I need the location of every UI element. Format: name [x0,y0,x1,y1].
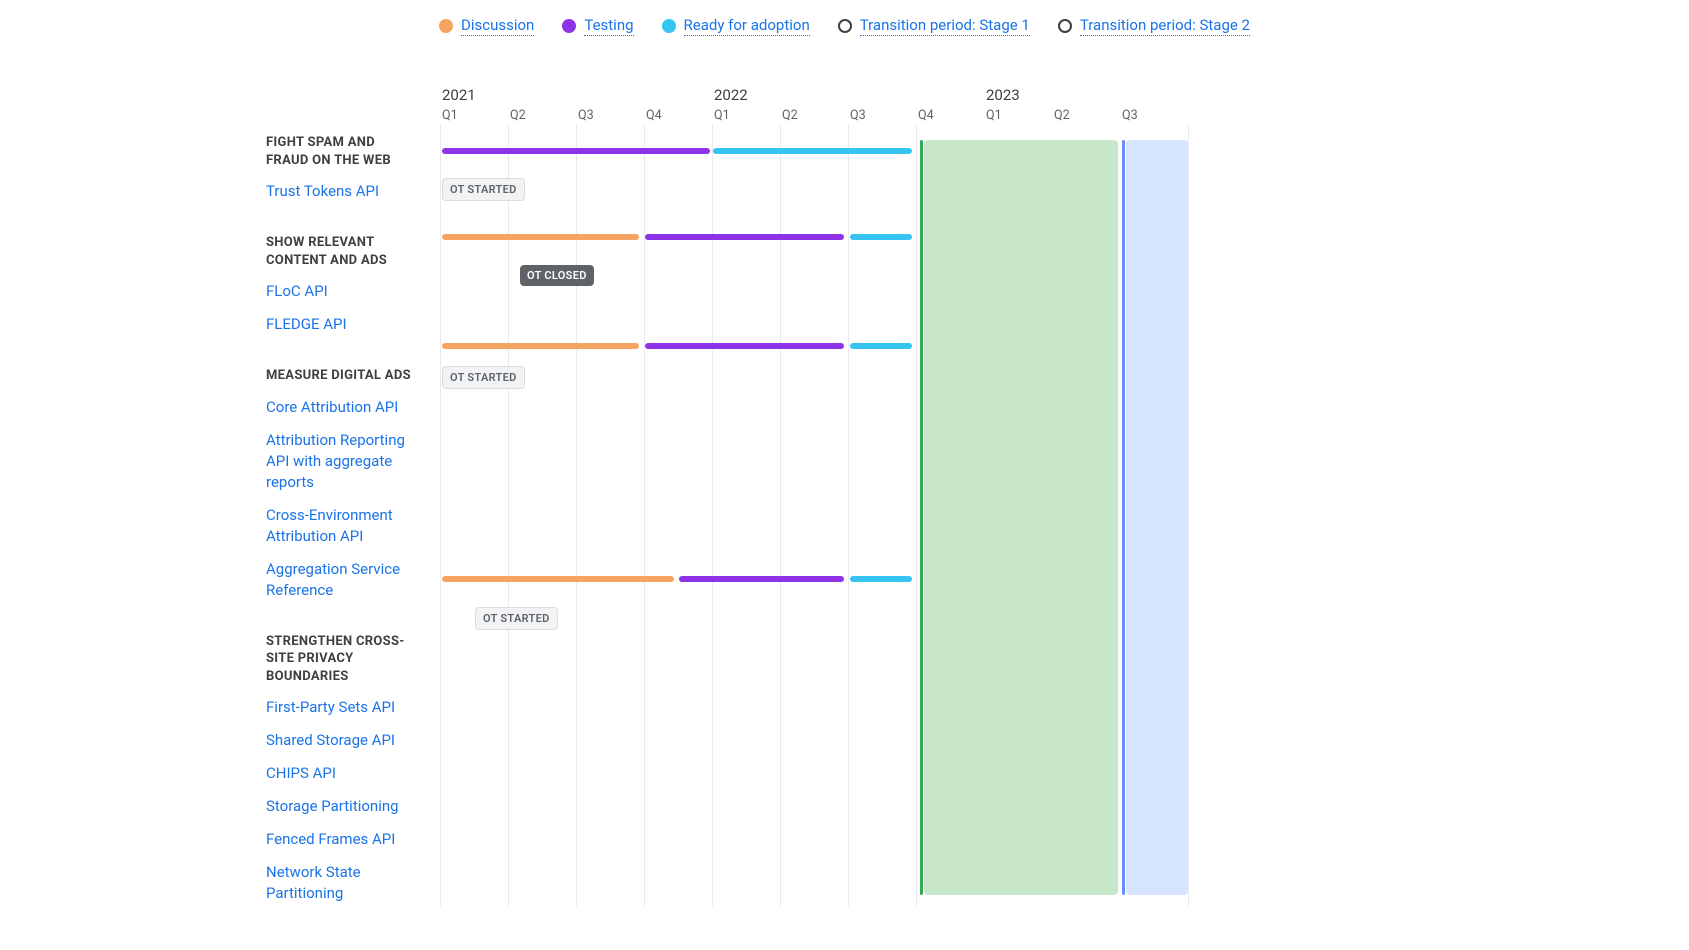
legend-label: Ready for adoption [684,16,810,36]
q-label: Q1 [442,108,458,123]
grid-line [508,124,509,906]
bar-testing [679,576,844,582]
stage1-start-line [920,140,923,895]
q-label: Q4 [646,108,662,123]
api-link-fps[interactable]: First-Party Sets API [266,697,440,718]
legend-dot-icon [662,19,676,33]
bar-testing [645,234,844,240]
bar-testing [442,148,710,154]
api-link-core-attribution[interactable]: Core Attribution API [266,397,440,418]
bar-ready [850,343,912,349]
q-label: Q1 [714,108,730,123]
api-link-chips[interactable]: CHIPS API [266,763,440,784]
axis: 2021 2022 2023 Q1 Q2 Q3 Q4 Q1 Q2 Q3 Q4 Q… [440,86,1689,140]
legend-label: Transition period: Stage 1 [860,16,1030,36]
legend-item-testing[interactable]: Testing [562,16,633,36]
q-label: Q4 [918,108,934,123]
api-link-attr-reporting[interactable]: Attribution Reporting API with aggregate… [266,430,416,493]
timeline-chart: 2021 2022 2023 Q1 Q2 Q3 Q4 Q1 Q2 Q3 Q4 Q… [440,86,1689,906]
q-label: Q3 [578,108,594,123]
legend-dot-icon [562,19,576,33]
section-fight-spam: FIGHT SPAM AND FRAUD ON THE WEB Trust To… [266,134,440,202]
badge-ot-started: OT STARTED [475,607,558,630]
q-label: Q3 [850,108,866,123]
badge-ot-started: OT STARTED [442,366,525,389]
q-label: Q2 [1054,108,1070,123]
api-link-shared-storage[interactable]: Shared Storage API [266,730,440,751]
bar-ready [850,234,912,240]
grid-line [576,124,577,906]
api-link-cross-env-attr[interactable]: Cross-Environment Attribution API [266,505,416,547]
api-link-fenced-frames[interactable]: Fenced Frames API [266,829,440,850]
legend-dot-icon [439,19,453,33]
q-label: Q2 [510,108,526,123]
legend-item-ready[interactable]: Ready for adoption [662,16,810,36]
badge-ot-closed: OT CLOSED [520,265,594,286]
grid-line [644,124,645,906]
year-label: 2021 [442,86,476,104]
q-label: Q1 [986,108,1002,123]
q-label: Q3 [1122,108,1138,123]
year-label: 2023 [986,86,1020,104]
stage2-band [1126,140,1188,895]
bar-discussion [442,576,674,582]
section-title: STRENGTHEN CROSS-SITE PRIVACY BOUNDARIES [266,633,426,686]
grid-line [780,124,781,906]
bar-ready [850,576,912,582]
api-link-floc[interactable]: FLoC API [266,281,440,302]
bar-discussion [442,234,639,240]
section-title: MEASURE DIGITAL ADS [266,367,440,385]
section-relevant-content: SHOW RELEVANT CONTENT AND ADS FLoC API F… [266,234,440,335]
legend-item-stage1[interactable]: Transition period: Stage 1 [838,16,1030,36]
stage2-start-line [1122,140,1125,895]
stage1-band [924,140,1118,895]
grid-line [1188,124,1189,906]
section-cross-site: STRENGTHEN CROSS-SITE PRIVACY BOUNDARIES… [266,633,440,905]
legend-dot-icon [838,19,852,33]
grid-line [440,124,441,906]
year-label: 2022 [714,86,748,104]
grid-line [712,124,713,906]
q-label: Q2 [782,108,798,123]
legend-label: Discussion [461,16,534,36]
bar-ready [713,148,912,154]
api-link-aggregation-svc[interactable]: Aggregation Service Reference [266,559,416,601]
legend-item-stage2[interactable]: Transition period: Stage 2 [1058,16,1250,36]
api-link-fledge[interactable]: FLEDGE API [266,314,440,335]
grid-line [916,124,917,906]
legend-item-discussion[interactable]: Discussion [439,16,534,36]
section-measure-ads: MEASURE DIGITAL ADS Core Attribution API… [266,367,440,601]
grid-line [848,124,849,906]
api-link-trust-tokens[interactable]: Trust Tokens API [266,181,440,202]
api-link-network-state[interactable]: Network State Partitioning [266,862,386,904]
section-title: SHOW RELEVANT CONTENT AND ADS [266,234,426,269]
legend-label: Transition period: Stage 2 [1080,16,1250,36]
legend-dot-icon [1058,19,1072,33]
api-link-storage-part[interactable]: Storage Partitioning [266,796,440,817]
legend-label: Testing [584,16,633,36]
bar-testing [645,343,844,349]
section-title: FIGHT SPAM AND FRAUD ON THE WEB [266,134,416,169]
legend: Discussion Testing Ready for adoption Tr… [0,16,1689,36]
badge-ot-started: OT STARTED [442,178,525,201]
bar-discussion [442,343,639,349]
row-labels: FIGHT SPAM AND FRAUD ON THE WEB Trust To… [0,86,440,906]
